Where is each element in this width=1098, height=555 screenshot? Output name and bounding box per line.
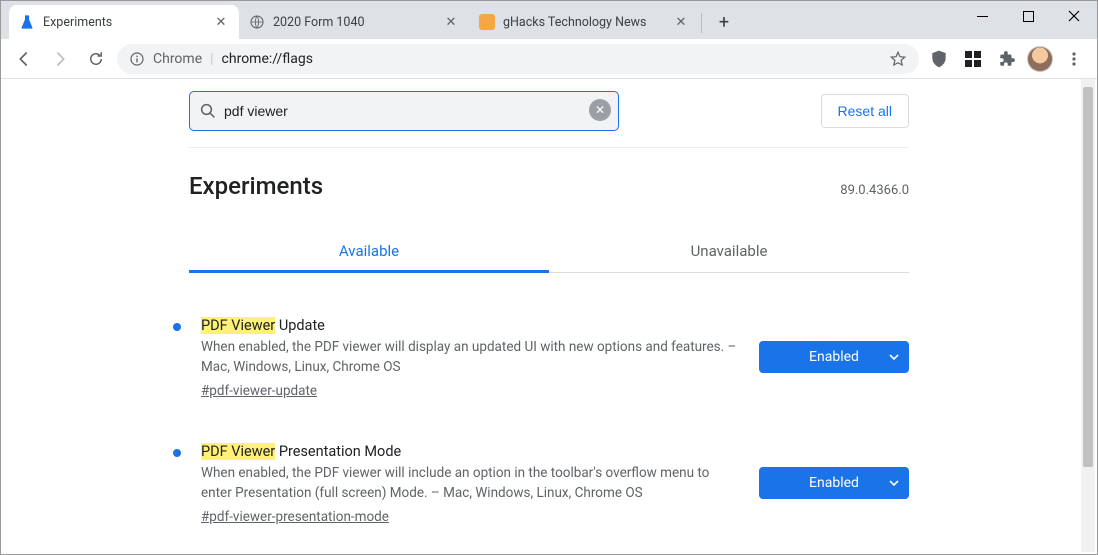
flag-title-rest: Update [275,317,325,334]
close-window-button[interactable] [1051,1,1097,31]
flask-icon [19,14,35,30]
reset-all-button[interactable]: Reset all [821,94,909,128]
url-scheme: Chrome [153,51,202,67]
flag-anchor-link[interactable]: #pdf-viewer-presentation-mode [201,509,389,525]
flags-search-input[interactable] [189,91,619,131]
tab-available[interactable]: Available [189,228,549,273]
tab-unavailable[interactable]: Unavailable [549,228,909,273]
vertical-scrollbar[interactable] [1081,79,1095,552]
flag-anchor-link[interactable]: #pdf-viewer-update [201,383,317,399]
back-button[interactable] [9,44,39,74]
url-separator: | [210,51,213,67]
tab-strip: Experiments ✕ 2020 Form 1040 ✕ gHacks Te… [1,1,1097,39]
flag-title: PDF Viewer Presentation Mode [201,443,739,460]
clear-search-icon[interactable]: ✕ [589,99,611,121]
flag-title-rest: Presentation Mode [275,443,401,460]
new-tab-button[interactable]: + [710,8,738,36]
flag-item: PDF Viewer Presentation Mode When enable… [189,443,909,525]
browser-toolbar: Chrome | chrome://flags [1,39,1097,79]
modified-dot-icon [173,449,181,457]
globe-icon [249,14,265,30]
flag-item: PDF Viewer Update When enabled, the PDF … [189,317,909,399]
bookmark-star-icon[interactable] [889,50,907,68]
minimize-button[interactable] [959,1,1005,31]
flag-state-label: Enabled [809,349,859,365]
ublock-icon[interactable] [925,45,953,73]
url-text: chrome://flags [222,51,881,67]
tab-separator [701,13,702,33]
flag-description: When enabled, the PDF viewer will includ… [201,464,739,503]
chrome-menu-button[interactable] [1059,44,1089,74]
maximize-button[interactable] [1005,1,1051,31]
tab-title: 2020 Form 1040 [273,15,443,30]
address-bar[interactable]: Chrome | chrome://flags [117,44,919,74]
flag-state-select[interactable]: Enabled [759,467,909,499]
close-tab-icon[interactable]: ✕ [673,14,689,30]
flag-title: PDF Viewer Update [201,317,739,334]
chevron-down-icon [889,354,899,360]
page-viewport: ✕ Reset all Experiments 89.0.4366.0 Avai… [1,79,1097,554]
page-title: Experiments [189,172,323,200]
flag-state-label: Enabled [809,475,859,491]
flag-title-highlight: PDF Viewer [201,443,275,460]
tab-ghacks[interactable]: gHacks Technology News ✕ [469,5,699,39]
extensions-menu-icon[interactable] [993,45,1021,73]
tab-title: Experiments [43,15,213,30]
flag-description: When enabled, the PDF viewer will displa… [201,338,739,377]
tab-experiments[interactable]: Experiments ✕ [9,5,239,39]
forward-button[interactable] [45,44,75,74]
chrome-version: 89.0.4366.0 [840,183,909,198]
site-info-icon[interactable] [129,51,145,67]
flag-state-select[interactable]: Enabled [759,341,909,373]
ghacks-icon [479,14,495,30]
tab-title: gHacks Technology News [503,15,673,30]
profile-avatar[interactable] [1027,46,1053,72]
tab-form1040[interactable]: 2020 Form 1040 ✕ [239,5,469,39]
extension-icon[interactable] [959,45,987,73]
scrollbar-thumb[interactable] [1083,87,1093,467]
reload-button[interactable] [81,44,111,74]
flag-title-highlight: PDF Viewer [201,317,275,334]
close-tab-icon[interactable]: ✕ [213,14,229,30]
modified-dot-icon [173,323,181,331]
search-icon [199,102,217,120]
chevron-down-icon [889,480,899,486]
close-tab-icon[interactable]: ✕ [443,14,459,30]
